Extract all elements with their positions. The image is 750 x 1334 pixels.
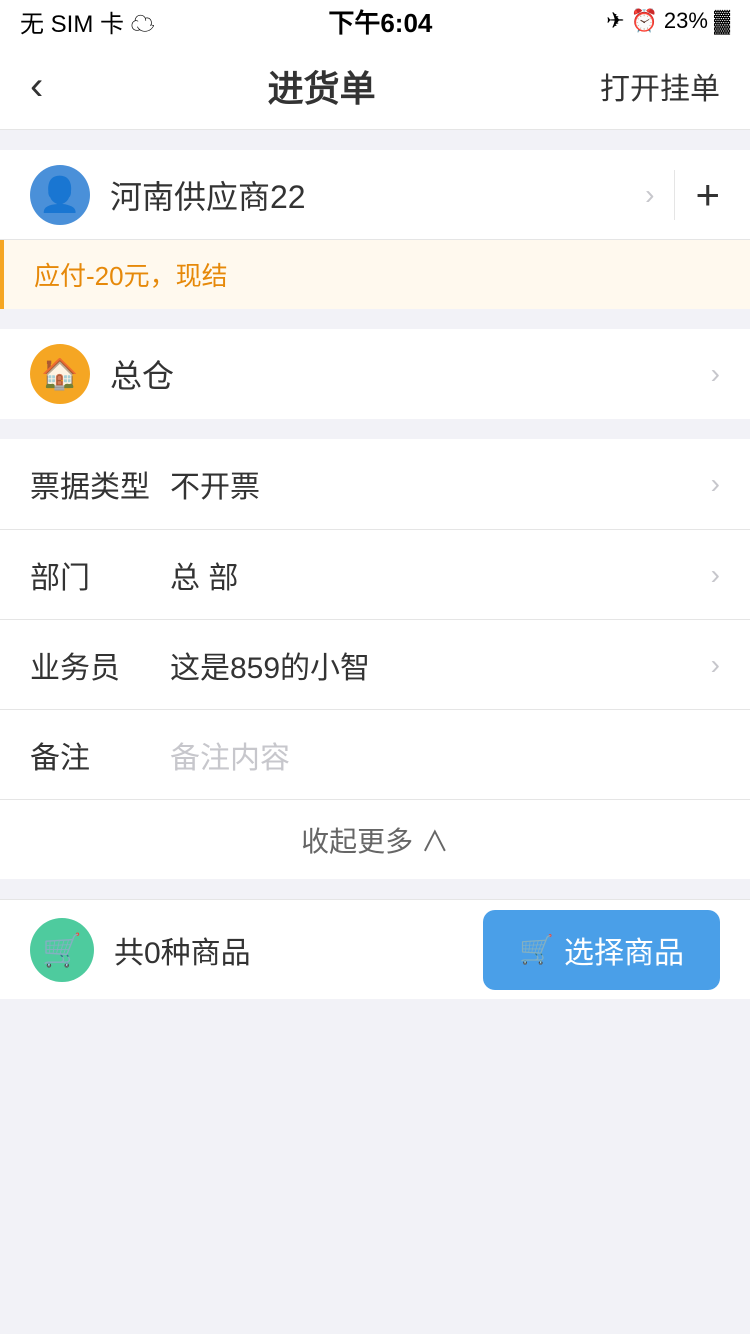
nav-bar: ‹ 进货单 打开挂单 xyxy=(0,42,750,130)
add-supplier-button[interactable]: + xyxy=(695,174,720,216)
warehouse-row[interactable]: 🏠 总仓 › xyxy=(0,329,750,419)
select-product-icon: 🛒 xyxy=(519,933,554,966)
collapse-text: 收起更多 ∧ xyxy=(301,820,449,860)
info-banner-text: 应付-20元，现结 xyxy=(34,261,228,291)
remaining-space xyxy=(0,999,750,1299)
battery-text: 23% xyxy=(664,8,708,34)
cart-icon-wrap: 🛒 xyxy=(30,918,94,982)
warehouse-chevron-icon: › xyxy=(711,358,720,390)
invoice-type-row[interactable]: 票据类型 不开票 › xyxy=(0,439,750,529)
warehouse-icon-wrap: 🏠 xyxy=(30,344,90,404)
cart-icon: 🛒 xyxy=(42,931,82,969)
status-bar: 无 SIM 卡 ☁ 下午6:04 ✈ ⏰ 23% ▓ xyxy=(0,0,750,42)
warehouse-name: 总仓 xyxy=(110,351,711,397)
location-icon: ✈ xyxy=(606,8,624,34)
gap-3 xyxy=(0,419,750,439)
salesperson-value: 这是859的小智 xyxy=(160,643,711,687)
open-pending-button[interactable]: 打开挂单 xyxy=(600,64,720,108)
back-button[interactable]: ‹ xyxy=(30,66,43,106)
invoice-type-label: 票据类型 xyxy=(30,462,160,506)
supplier-name: 河南供应商22 xyxy=(110,172,645,218)
select-product-button[interactable]: 🛒 选择商品 xyxy=(483,910,720,990)
department-label: 部门 xyxy=(30,553,160,597)
invoice-type-chevron-icon: › xyxy=(711,468,720,500)
invoice-type-value: 不开票 xyxy=(160,462,711,506)
warehouse-card: 🏠 总仓 › xyxy=(0,329,750,419)
alarm-icon: ⏰ xyxy=(631,8,658,34)
page-title: 进货单 xyxy=(268,60,376,112)
department-row[interactable]: 部门 总 部 › xyxy=(0,529,750,619)
remark-input[interactable]: 备注内容 xyxy=(160,733,720,777)
status-time: 下午6:04 xyxy=(328,3,432,40)
remark-row[interactable]: 备注 备注内容 xyxy=(0,709,750,799)
supplier-card: 👤 河南供应商22 › + 应付-20元，现结 xyxy=(0,150,750,309)
status-left: 无 SIM 卡 ☁ xyxy=(20,4,155,39)
info-banner: 应付-20元，现结 xyxy=(0,240,750,309)
signal-text: 无 SIM 卡 ☁ xyxy=(20,4,155,39)
house-icon: 🏠 xyxy=(41,357,78,392)
person-icon: 👤 xyxy=(39,175,81,215)
remark-label: 备注 xyxy=(30,733,160,777)
status-right: ✈ ⏰ 23% ▓ xyxy=(606,8,730,34)
collapse-row[interactable]: 收起更多 ∧ xyxy=(0,799,750,879)
salesperson-row[interactable]: 业务员 这是859的小智 › xyxy=(0,619,750,709)
department-value: 总 部 xyxy=(160,553,711,597)
supplier-row[interactable]: 👤 河南供应商22 › + xyxy=(0,150,750,240)
supplier-chevron-icon: › xyxy=(645,179,654,211)
gap-1 xyxy=(0,130,750,150)
gap-4 xyxy=(0,879,750,899)
product-count-text: 共0种商品 xyxy=(114,928,483,972)
select-product-label: 选择商品 xyxy=(564,928,684,972)
gap-2 xyxy=(0,309,750,329)
department-chevron-icon: › xyxy=(711,559,720,591)
bottom-bar: 🛒 共0种商品 🛒 选择商品 xyxy=(0,899,750,999)
battery-icon: ▓ xyxy=(714,8,730,34)
supplier-divider xyxy=(674,170,675,220)
salesperson-chevron-icon: › xyxy=(711,649,720,681)
salesperson-label: 业务员 xyxy=(30,643,160,687)
form-card: 票据类型 不开票 › 部门 总 部 › 业务员 这是859的小智 › 备注 备注… xyxy=(0,439,750,879)
supplier-avatar: 👤 xyxy=(30,165,90,225)
